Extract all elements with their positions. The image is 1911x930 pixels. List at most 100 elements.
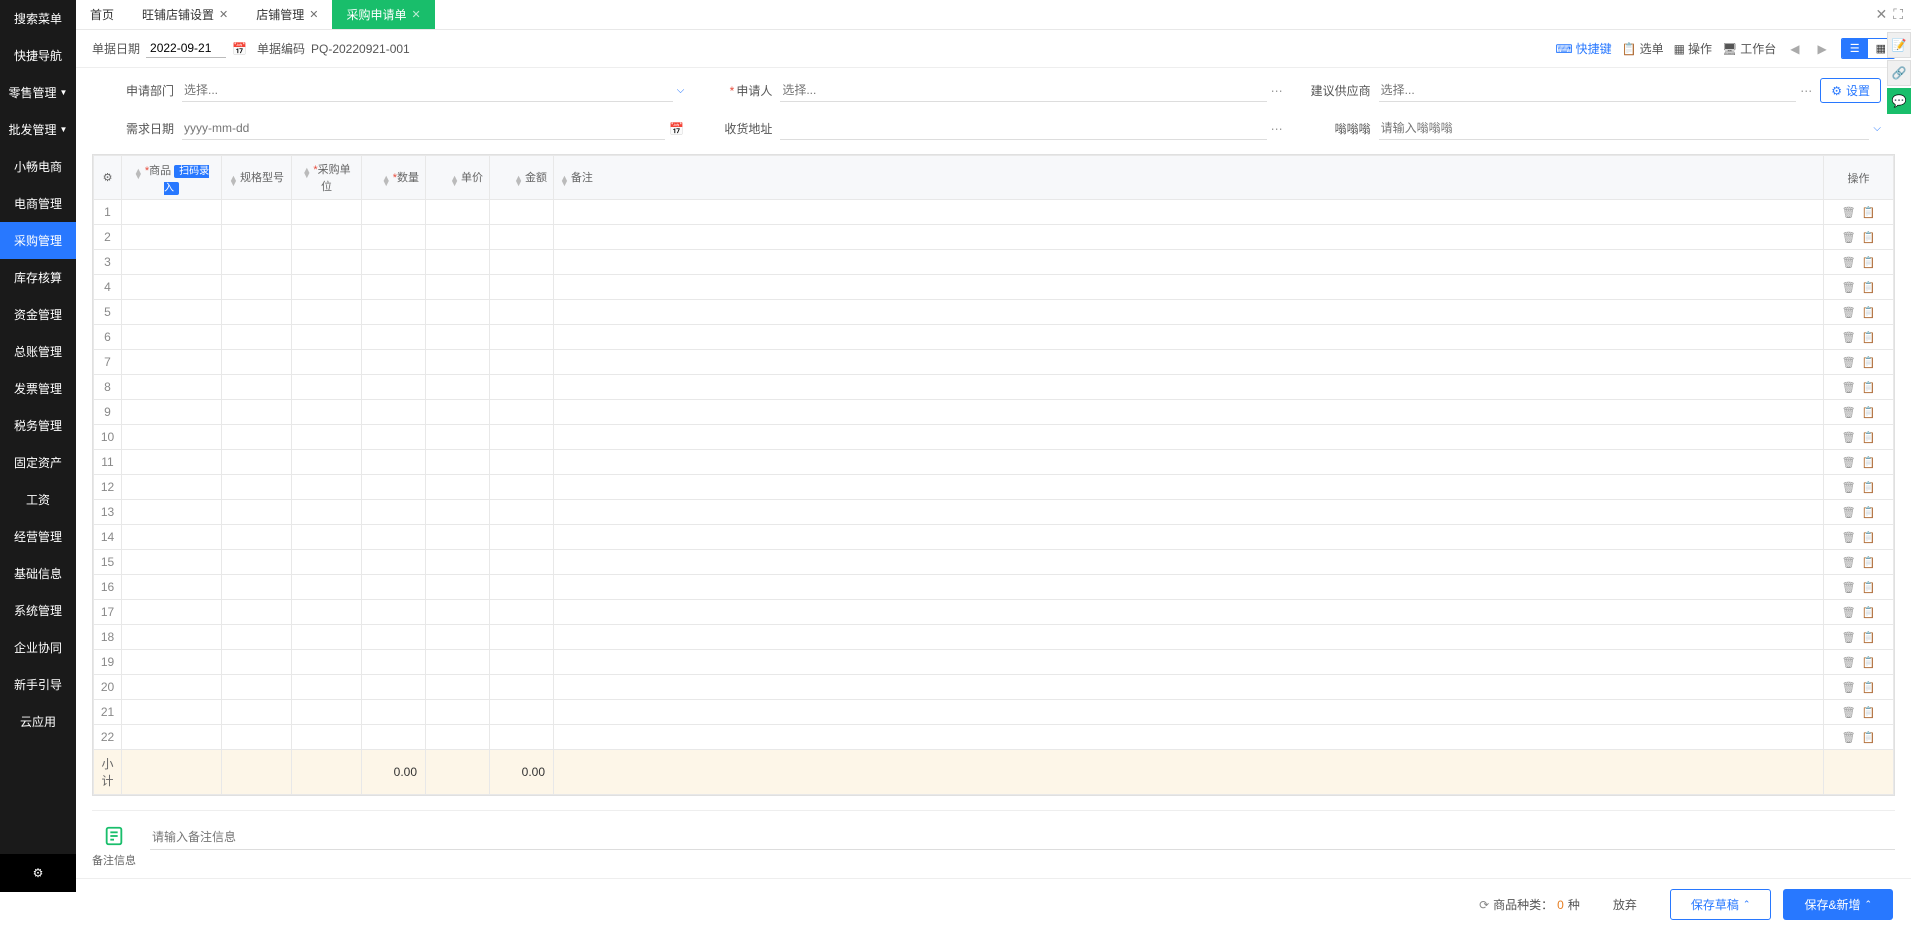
price-cell[interactable] [426, 675, 490, 700]
qty-cell[interactable] [362, 200, 426, 225]
price-cell[interactable] [426, 525, 490, 550]
unit-cell[interactable] [292, 350, 362, 375]
qty-cell[interactable] [362, 250, 426, 275]
price-cell[interactable] [426, 275, 490, 300]
spec-cell[interactable] [222, 275, 292, 300]
close-icon[interactable]: ✕ [412, 8, 421, 21]
product-cell[interactable] [122, 525, 222, 550]
qty-cell[interactable] [362, 275, 426, 300]
copy-icon[interactable]: 📋 [1862, 382, 1876, 394]
copy-icon[interactable]: 📋 [1862, 232, 1876, 244]
qty-cell[interactable] [362, 425, 426, 450]
unit-cell[interactable] [292, 225, 362, 250]
delete-icon[interactable]: 🗑 [1842, 382, 1856, 394]
spec-cell[interactable] [222, 500, 292, 525]
unit-cell[interactable] [292, 450, 362, 475]
operate-button[interactable]: ▦ 操作 [1674, 40, 1712, 57]
spec-cell[interactable] [222, 250, 292, 275]
amount-cell[interactable] [490, 575, 554, 600]
delete-icon[interactable]: 🗑 [1842, 732, 1856, 744]
qty-cell[interactable] [362, 600, 426, 625]
spec-cell[interactable] [222, 700, 292, 725]
remark-cell[interactable] [554, 350, 1824, 375]
unit-cell[interactable] [292, 425, 362, 450]
amount-cell[interactable] [490, 475, 554, 500]
spec-cell[interactable] [222, 625, 292, 650]
product-cell[interactable] [122, 600, 222, 625]
delete-icon[interactable]: 🗑 [1842, 707, 1856, 719]
spec-cell[interactable] [222, 525, 292, 550]
rail-help-icon[interactable]: 💬 [1887, 88, 1911, 114]
qty-cell[interactable] [362, 675, 426, 700]
notes-input[interactable] [150, 825, 1895, 850]
price-cell[interactable] [426, 400, 490, 425]
spec-cell[interactable] [222, 425, 292, 450]
unit-cell[interactable] [292, 400, 362, 425]
sidebar-item-17[interactable]: 企业协同 [0, 629, 76, 666]
product-cell[interactable] [122, 550, 222, 575]
tab-0[interactable]: 首页 [76, 0, 128, 29]
product-cell[interactable] [122, 400, 222, 425]
expand-icon[interactable]: ⛶ [1893, 6, 1903, 23]
date-input[interactable] [146, 39, 226, 58]
close-all-icon[interactable]: ✕ [1875, 6, 1887, 23]
product-cell[interactable] [122, 500, 222, 525]
spec-cell[interactable] [222, 300, 292, 325]
unit-cell[interactable] [292, 325, 362, 350]
apply-dept-input[interactable] [182, 79, 673, 102]
unit-cell[interactable] [292, 575, 362, 600]
sidebar-item-5[interactable]: 电商管理 [0, 185, 76, 222]
amount-header[interactable]: ▲▼金额 [490, 156, 554, 200]
qty-cell[interactable] [362, 550, 426, 575]
tab-3[interactable]: 采购申请单✕ [332, 0, 434, 29]
amount-cell[interactable] [490, 250, 554, 275]
sidebar-item-6[interactable]: 采购管理 [0, 222, 76, 259]
delete-icon[interactable]: 🗑 [1842, 232, 1856, 244]
qty-cell[interactable] [362, 450, 426, 475]
delete-icon[interactable]: 🗑 [1842, 207, 1856, 219]
delete-icon[interactable]: 🗑 [1842, 307, 1856, 319]
remark-cell[interactable] [554, 325, 1824, 350]
qty-cell[interactable] [362, 725, 426, 750]
product-cell[interactable] [122, 725, 222, 750]
sidebar-item-12[interactable]: 固定资产 [0, 444, 76, 481]
sidebar-item-15[interactable]: 基础信息 [0, 555, 76, 592]
copy-icon[interactable]: 📋 [1862, 432, 1876, 444]
delete-icon[interactable]: 🗑 [1842, 407, 1856, 419]
close-icon[interactable]: ✕ [309, 8, 318, 21]
copy-icon[interactable]: 📋 [1862, 532, 1876, 544]
settings-button[interactable]: ⚙ 设置 [1820, 78, 1881, 103]
price-cell[interactable] [426, 650, 490, 675]
amount-cell[interactable] [490, 425, 554, 450]
price-cell[interactable] [426, 500, 490, 525]
price-cell[interactable] [426, 325, 490, 350]
product-cell[interactable] [122, 700, 222, 725]
spec-cell[interactable] [222, 200, 292, 225]
spec-cell[interactable] [222, 675, 292, 700]
spec-cell[interactable] [222, 575, 292, 600]
spec-cell[interactable] [222, 600, 292, 625]
copy-icon[interactable]: 📋 [1862, 582, 1876, 594]
remark-header[interactable]: ▲▼备注 [554, 156, 1824, 200]
delivery-addr-input[interactable] [780, 117, 1266, 140]
sidebar-item-0[interactable]: 搜索菜单 [0, 0, 76, 37]
qty-cell[interactable] [362, 300, 426, 325]
remark-cell[interactable] [554, 425, 1824, 450]
abandon-button[interactable]: 放弃 [1592, 889, 1658, 920]
amount-cell[interactable] [490, 675, 554, 700]
amount-cell[interactable] [490, 450, 554, 475]
copy-icon[interactable]: 📋 [1862, 682, 1876, 694]
product-cell[interactable] [122, 575, 222, 600]
sidebar-item-16[interactable]: 系统管理 [0, 592, 76, 629]
product-cell[interactable] [122, 425, 222, 450]
sidebar-item-11[interactable]: 税务管理 [0, 407, 76, 444]
product-cell[interactable] [122, 300, 222, 325]
product-cell[interactable] [122, 375, 222, 400]
supplier-input[interactable] [1379, 79, 1797, 102]
unit-cell[interactable] [292, 525, 362, 550]
qty-cell[interactable] [362, 350, 426, 375]
shortcut-button[interactable]: ⌨ 快捷键 [1555, 40, 1611, 57]
amount-cell[interactable] [490, 725, 554, 750]
remark-cell[interactable] [554, 500, 1824, 525]
remark-cell[interactable] [554, 600, 1824, 625]
